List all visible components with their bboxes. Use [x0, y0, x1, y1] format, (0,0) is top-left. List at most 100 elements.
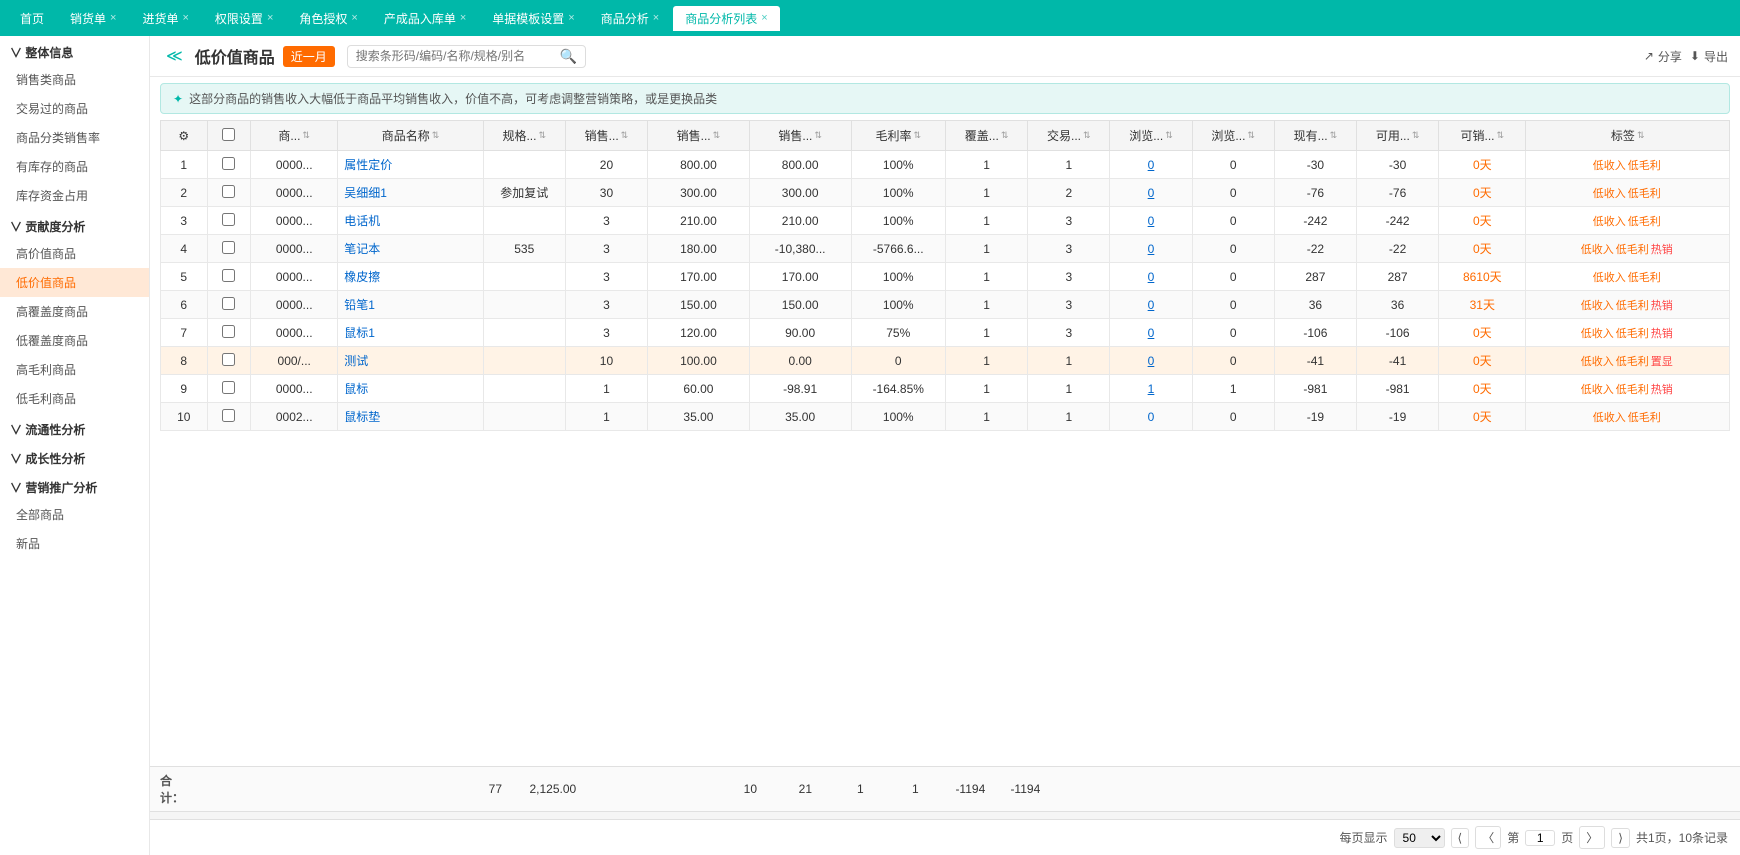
- sidebar-section-growth[interactable]: ∨ 成长性分析: [0, 442, 149, 471]
- td-checkbox[interactable]: [207, 403, 251, 431]
- collapse-button[interactable]: ≪: [162, 46, 187, 66]
- th-sales-amount[interactable]: 销售...⇅: [749, 121, 851, 151]
- close-icon[interactable]: ×: [110, 12, 116, 24]
- row-checkbox[interactable]: [222, 269, 235, 282]
- sidebar-item-traded-goods[interactable]: 交易过的商品: [0, 94, 149, 123]
- td-browse1[interactable]: 0: [1110, 319, 1192, 347]
- row-checkbox[interactable]: [222, 241, 235, 254]
- sidebar-section-marketing[interactable]: ∨ 营销推广分析: [0, 471, 149, 500]
- next-page-button[interactable]: 〉: [1579, 826, 1605, 849]
- sidebar-section-overall[interactable]: ∨ 整体信息: [0, 36, 149, 65]
- sidebar-item-stock-goods[interactable]: 有库存的商品: [0, 152, 149, 181]
- page-number-input[interactable]: [1525, 830, 1555, 846]
- td-name[interactable]: 鼠标1: [338, 319, 483, 347]
- td-checkbox[interactable]: [207, 291, 251, 319]
- nav-tab-sales[interactable]: 销货单 ×: [58, 6, 128, 31]
- sidebar-item-low-value[interactable]: 低价值商品: [0, 268, 149, 297]
- td-browse1[interactable]: 1: [1110, 375, 1192, 403]
- prev-page-button[interactable]: 〈: [1475, 826, 1501, 849]
- close-icon[interactable]: ×: [267, 12, 273, 24]
- sidebar-item-high-coverage[interactable]: 高覆盖度商品: [0, 297, 149, 326]
- td-checkbox[interactable]: [207, 235, 251, 263]
- th-checkbox[interactable]: [207, 121, 251, 151]
- nav-tab-products[interactable]: 产成品入库单 ×: [372, 6, 478, 31]
- row-checkbox[interactable]: [222, 325, 235, 338]
- nav-tab-analysis-list[interactable]: 商品分析列表 ×: [673, 6, 779, 31]
- th-gross-margin[interactable]: 毛利率⇅: [851, 121, 945, 151]
- th-sellable[interactable]: 可销...⇅: [1439, 121, 1526, 151]
- last-page-button[interactable]: ⟩: [1611, 828, 1630, 848]
- td-browse1[interactable]: 0: [1110, 179, 1192, 207]
- close-icon[interactable]: ×: [460, 12, 466, 24]
- sidebar-item-sales-goods[interactable]: 销售类商品: [0, 65, 149, 94]
- sidebar-item-low-coverage[interactable]: 低覆盖度商品: [0, 326, 149, 355]
- th-available[interactable]: 可用...⇅: [1357, 121, 1439, 151]
- row-checkbox[interactable]: [222, 297, 235, 310]
- td-name[interactable]: 笔记本: [338, 235, 483, 263]
- close-icon[interactable]: ×: [653, 12, 659, 24]
- td-browse1[interactable]: 0: [1110, 347, 1192, 375]
- td-checkbox[interactable]: [207, 347, 251, 375]
- sidebar-item-all-goods[interactable]: 全部商品: [0, 500, 149, 529]
- sidebar-item-low-margin[interactable]: 低毛利商品: [0, 384, 149, 413]
- settings-icon[interactable]: ⚙: [178, 129, 189, 143]
- th-browse1[interactable]: 浏览...⇅: [1110, 121, 1192, 151]
- td-browse1[interactable]: 0: [1110, 263, 1192, 291]
- sidebar-section-contribution[interactable]: ∨ 贡献度分析: [0, 210, 149, 239]
- row-checkbox[interactable]: [222, 381, 235, 394]
- th-sales-price[interactable]: 销售...⇅: [648, 121, 750, 151]
- td-browse1[interactable]: 0: [1110, 151, 1192, 179]
- nav-tab-purchase[interactable]: 进货单 ×: [130, 6, 200, 31]
- row-checkbox[interactable]: [222, 409, 235, 422]
- td-name[interactable]: 属性定价: [338, 151, 483, 179]
- page-size-select[interactable]: 50 100 200: [1394, 828, 1445, 848]
- td-checkbox[interactable]: [207, 375, 251, 403]
- row-checkbox[interactable]: [222, 185, 235, 198]
- th-name[interactable]: 商品名称⇅: [338, 121, 483, 151]
- period-button[interactable]: 近一月: [283, 46, 335, 67]
- nav-tab-roles[interactable]: 角色授权 ×: [287, 6, 369, 31]
- sidebar-item-high-value[interactable]: 高价值商品: [0, 239, 149, 268]
- th-trade[interactable]: 交易...⇅: [1028, 121, 1110, 151]
- td-checkbox[interactable]: [207, 207, 251, 235]
- sidebar-item-category-sales[interactable]: 商品分类销售率: [0, 123, 149, 152]
- search-icon[interactable]: 🔍: [560, 48, 577, 65]
- td-name[interactable]: 吴细细1: [338, 179, 483, 207]
- td-browse1[interactable]: 0: [1110, 207, 1192, 235]
- td-name[interactable]: 橡皮擦: [338, 263, 483, 291]
- sidebar-item-new-goods[interactable]: 新品: [0, 529, 149, 558]
- td-name[interactable]: 测试: [338, 347, 483, 375]
- td-name[interactable]: 电话机: [338, 207, 483, 235]
- th-coverage[interactable]: 覆盖...⇅: [945, 121, 1027, 151]
- close-icon[interactable]: ×: [568, 12, 574, 24]
- th-tags[interactable]: 标签⇅: [1526, 121, 1730, 151]
- nav-tab-home[interactable]: 首页: [8, 6, 56, 31]
- select-all-checkbox[interactable]: [222, 128, 235, 141]
- nav-tab-analysis[interactable]: 商品分析 ×: [589, 6, 671, 31]
- td-checkbox[interactable]: [207, 263, 251, 291]
- th-code[interactable]: 商...⇅: [251, 121, 338, 151]
- export-button[interactable]: ⬇ 导出: [1690, 48, 1728, 65]
- td-name[interactable]: 鼠标垫: [338, 403, 483, 431]
- row-checkbox[interactable]: [222, 353, 235, 366]
- td-browse1[interactable]: 0: [1110, 291, 1192, 319]
- share-button[interactable]: ↗ 分享: [1644, 48, 1682, 65]
- first-page-button[interactable]: ⟨: [1451, 828, 1470, 848]
- td-name[interactable]: 鼠标: [338, 375, 483, 403]
- th-sales-qty[interactable]: 销售...⇅: [565, 121, 647, 151]
- sidebar-item-high-margin[interactable]: 高毛利商品: [0, 355, 149, 384]
- td-checkbox[interactable]: [207, 151, 251, 179]
- search-input[interactable]: [356, 49, 556, 63]
- sidebar-section-flow[interactable]: ∨ 流通性分析: [0, 413, 149, 442]
- horizontal-scrollbar[interactable]: [150, 811, 1740, 819]
- row-checkbox[interactable]: [222, 157, 235, 170]
- close-icon[interactable]: ×: [182, 12, 188, 24]
- td-checkbox[interactable]: [207, 179, 251, 207]
- table-wrapper[interactable]: ⚙ 商...⇅ 商品名称⇅ 规格...⇅: [150, 120, 1740, 766]
- th-settings[interactable]: ⚙: [161, 121, 208, 151]
- th-browse2[interactable]: 浏览...⇅: [1192, 121, 1274, 151]
- td-name[interactable]: 铅笔1: [338, 291, 483, 319]
- td-checkbox[interactable]: [207, 319, 251, 347]
- th-current-stock[interactable]: 现有...⇅: [1274, 121, 1356, 151]
- td-browse1[interactable]: 0: [1110, 403, 1192, 431]
